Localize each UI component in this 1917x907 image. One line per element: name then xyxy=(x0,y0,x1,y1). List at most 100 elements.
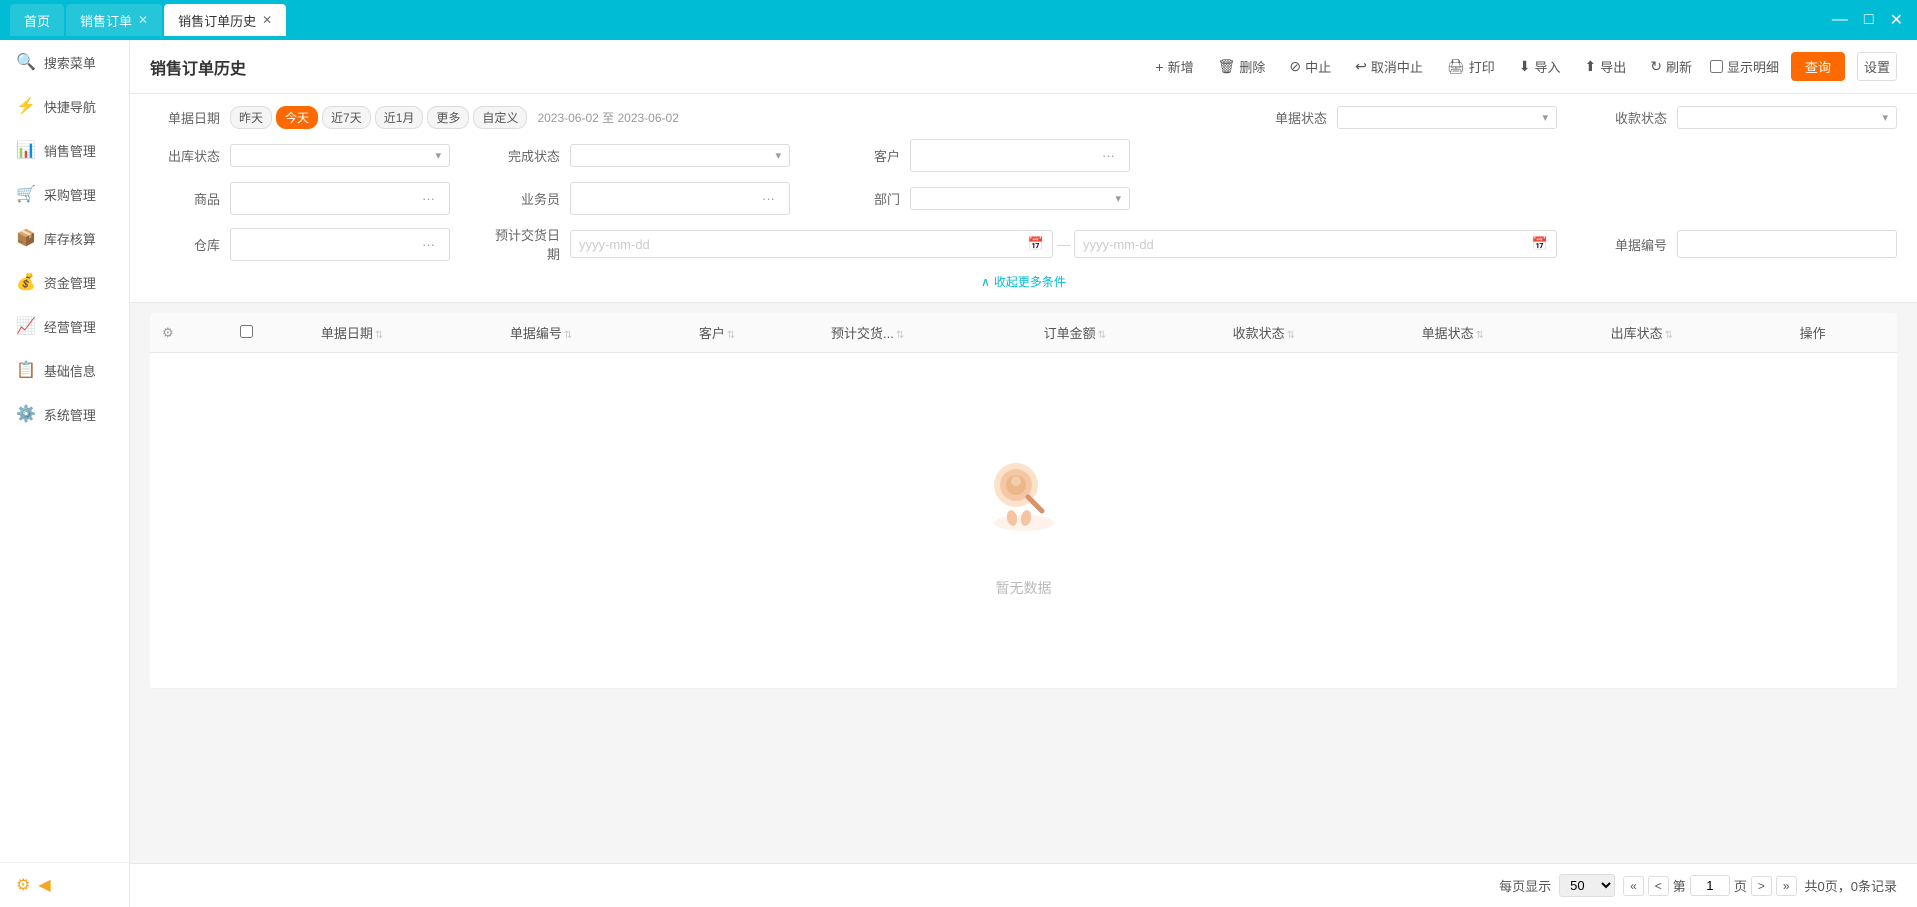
order-status-select[interactable]: ▾ xyxy=(1337,106,1557,129)
sort-icon-outbound-status[interactable]: ⇅ xyxy=(1665,330,1673,341)
window-min-btn[interactable]: — xyxy=(1828,7,1852,33)
select-all-checkbox[interactable] xyxy=(240,325,253,338)
col-label-expected-date: 预计交货... xyxy=(831,326,894,341)
import-button[interactable]: ⬇导入 xyxy=(1513,53,1567,80)
tab-close-sales-order[interactable]: ✕ xyxy=(138,13,148,27)
sidebar-icon-search-menu: 🔍 xyxy=(16,52,36,72)
dept-filter: ▾ xyxy=(910,187,1130,210)
empty-text: 暂无数据 xyxy=(996,578,1052,598)
sidebar-item-search-menu[interactable]: 🔍搜索菜单 xyxy=(0,40,129,84)
sort-icon-expected-date[interactable]: ⇅ xyxy=(896,330,904,341)
pagination-bar: 每页显示 102050100 « < 第 页 > » 共0页，0条记录 xyxy=(130,863,1917,907)
table-settings-icon[interactable]: ⚙ xyxy=(162,325,174,340)
sidebar-item-ops-mgmt[interactable]: 📈经营管理 xyxy=(0,304,129,348)
display-toggle-checkbox[interactable] xyxy=(1710,60,1723,73)
cancel-stop-button[interactable]: ↩取消中止 xyxy=(1349,53,1429,80)
query-button[interactable]: 查询 xyxy=(1791,52,1845,81)
product-dots[interactable]: ··· xyxy=(416,187,441,210)
expected-date-to[interactable] xyxy=(1083,237,1532,252)
expected-date-from[interactable] xyxy=(579,237,1028,252)
date-pill-custom[interactable]: 自定义 xyxy=(473,106,527,129)
sidebar-item-quick-nav[interactable]: ⚡快捷导航 xyxy=(0,84,129,128)
dept-select[interactable]: ▾ xyxy=(910,187,1130,210)
delete-label: 删除 xyxy=(1239,57,1265,76)
window-close-btn[interactable]: ✕ xyxy=(1886,6,1907,34)
sort-icon-customer[interactable]: ⇅ xyxy=(727,330,735,341)
order-num-input[interactable] xyxy=(1686,237,1888,252)
tab-home[interactable]: 首页 xyxy=(10,4,64,36)
product-input[interactable] xyxy=(239,191,416,206)
tab-sales-order-history[interactable]: 销售订单历史✕ xyxy=(164,4,286,36)
new-button[interactable]: +新增 xyxy=(1149,53,1199,80)
last-page-btn[interactable]: » xyxy=(1776,876,1797,896)
delete-button[interactable]: 🗑删除 xyxy=(1212,53,1272,80)
sidebar-item-fund-mgmt[interactable]: 💰资金管理 xyxy=(0,260,129,304)
stop-button[interactable]: ⊘中止 xyxy=(1283,53,1337,80)
sort-icon-order-status[interactable]: ⇅ xyxy=(1476,330,1484,341)
tab-sales-order[interactable]: 销售订单 ✕ xyxy=(66,4,162,36)
tab-label-sales-order: 销售订单 xyxy=(80,11,132,30)
window-max-btn[interactable]: □ xyxy=(1860,7,1878,33)
warehouse-filter: ··· xyxy=(230,228,450,261)
col-header-settings[interactable]: ⚙ xyxy=(150,313,228,353)
toolbar: +新增 🗑删除 ⊘中止 ↩取消中止 🖨打印 ⬇导入 ⬆导出 ↻刷新显示明细查询设置 xyxy=(1149,52,1897,93)
date-pill-today[interactable]: 今天 xyxy=(276,106,318,129)
salesperson-input[interactable] xyxy=(579,191,756,206)
sidebar-item-inventory-check[interactable]: 📦库存核算 xyxy=(0,216,129,260)
customer-input[interactable] xyxy=(919,148,1096,163)
export-button[interactable]: ⬆导出 xyxy=(1578,53,1632,80)
sidebar-collapse-icon[interactable]: ◀ xyxy=(38,875,50,895)
calendar-to-icon[interactable]: 📅 xyxy=(1532,236,1548,252)
date-pill-more[interactable]: 更多 xyxy=(427,106,469,129)
sort-icon-amount[interactable]: ⇅ xyxy=(1098,330,1106,341)
complete-status-select[interactable]: ▾ xyxy=(570,144,790,167)
data-table: ⚙单据日期⇅单据编号⇅客户⇅预计交货...⇅订单金额⇅收款状态⇅单据状态⇅出库状… xyxy=(150,313,1897,689)
col-label-customer: 客户 xyxy=(699,326,725,341)
complete-status-label: 完成状态 xyxy=(490,146,570,165)
warehouse-dots[interactable]: ··· xyxy=(416,233,441,256)
sidebar-item-purchase-mgmt[interactable]: 🛒采购管理 xyxy=(0,172,129,216)
prev-page-btn[interactable]: < xyxy=(1648,876,1669,896)
sort-icon-payment-status[interactable]: ⇅ xyxy=(1287,330,1295,341)
calendar-from-icon[interactable]: 📅 xyxy=(1028,236,1044,252)
dept-chevron: ▾ xyxy=(1115,192,1121,205)
table-area: ⚙单据日期⇅单据编号⇅客户⇅预计交货...⇅订单金额⇅收款状态⇅单据状态⇅出库状… xyxy=(130,303,1917,863)
sidebar: 🔍搜索菜单⚡快捷导航📊销售管理🛒采购管理📦库存核算💰资金管理📈经营管理📋基础信息… xyxy=(0,40,130,907)
sidebar-item-sys-mgmt[interactable]: ⚙️系统管理 xyxy=(0,392,129,436)
page-input[interactable] xyxy=(1690,875,1730,896)
sidebar-item-basic-info[interactable]: 📋基础信息 xyxy=(0,348,129,392)
date-pills: 昨天今天近7天近1月更多自定义 xyxy=(230,106,527,129)
print-button[interactable]: 🖨打印 xyxy=(1441,53,1501,80)
col-header-number: 单据编号⇅ xyxy=(498,313,687,353)
col-header-checkbox[interactable] xyxy=(228,313,309,353)
filter-row-3: 商品 ··· 业务员 ··· 部门 xyxy=(150,182,1897,215)
next-page-btn[interactable]: > xyxy=(1751,876,1772,896)
warehouse-input[interactable] xyxy=(239,237,416,252)
salesperson-dots[interactable]: ··· xyxy=(756,187,781,210)
payment-status-select[interactable]: ▾ xyxy=(1677,106,1897,129)
customer-dots[interactable]: ··· xyxy=(1096,144,1121,167)
filter-row-4: 仓库 ··· 预计交货日期 📅 — 📅 xyxy=(150,225,1897,263)
first-page-btn[interactable]: « xyxy=(1623,876,1644,896)
cancel-stop-label: 取消中止 xyxy=(1371,57,1423,76)
date-pill-yesterday[interactable]: 昨天 xyxy=(230,106,272,129)
sidebar-icon-basic-info: 📋 xyxy=(16,360,36,380)
sidebar-bottom: ⚙ ◀ xyxy=(0,862,129,907)
per-page-select[interactable]: 102050100 xyxy=(1559,874,1615,897)
settings-button[interactable]: 设置 xyxy=(1857,52,1897,81)
outbound-chevron: ▾ xyxy=(435,149,441,162)
date-pill-last7[interactable]: 近7天 xyxy=(322,106,371,129)
display-toggle[interactable]: 显示明细 xyxy=(1710,57,1779,76)
complete-chevron: ▾ xyxy=(775,149,781,162)
sort-icon-date[interactable]: ⇅ xyxy=(375,330,383,341)
order-num-input-wrap xyxy=(1677,230,1897,258)
cancel-stop-icon: ↩ xyxy=(1355,58,1367,75)
outbound-status-select[interactable]: ▾ xyxy=(230,144,450,167)
collapse-link[interactable]: ∧ 收起更多条件 xyxy=(150,273,1897,290)
date-pill-last1m[interactable]: 近1月 xyxy=(375,106,424,129)
sort-icon-number[interactable]: ⇅ xyxy=(564,330,572,341)
tab-close-sales-order-history[interactable]: ✕ xyxy=(262,13,272,27)
refresh-button[interactable]: ↻刷新 xyxy=(1644,53,1698,80)
sidebar-item-sales-mgmt[interactable]: 📊销售管理 xyxy=(0,128,129,172)
sidebar-settings-icon[interactable]: ⚙ xyxy=(16,875,30,895)
